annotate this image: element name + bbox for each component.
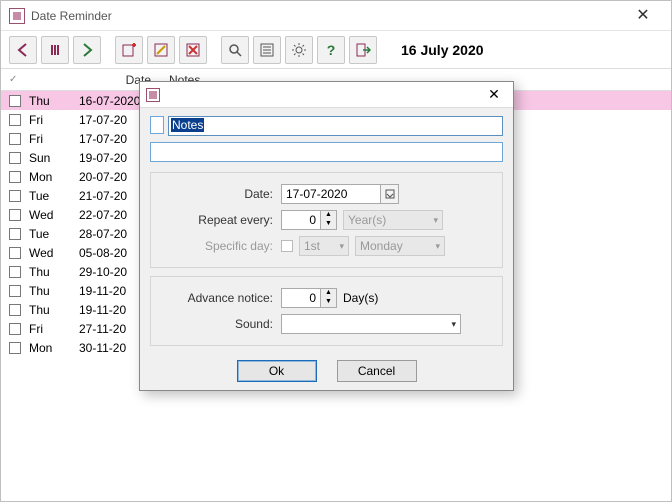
titlebar: Date Reminder ✕: [1, 1, 671, 31]
list-button[interactable]: [253, 36, 281, 64]
specific-day-checkbox[interactable]: [281, 240, 293, 252]
date-picker-button[interactable]: [381, 184, 399, 204]
advance-label: Advance notice:: [161, 291, 281, 305]
app-icon: [9, 8, 25, 24]
toolbar: ? 16 July 2020: [1, 31, 671, 69]
specific-day-label: Specific day:: [161, 239, 281, 253]
edit-entry-button[interactable]: [147, 36, 175, 64]
cancel-button[interactable]: Cancel: [337, 360, 417, 382]
help-button[interactable]: ?: [317, 36, 345, 64]
row-checkbox[interactable]: [9, 285, 21, 297]
row-day: Fri: [29, 322, 79, 336]
column-check[interactable]: ✓: [9, 74, 29, 85]
row-day: Thu: [29, 265, 79, 279]
row-checkbox[interactable]: [9, 304, 21, 316]
row-checkbox[interactable]: [9, 266, 21, 278]
specific-ordinal-select: 1st▾: [299, 236, 349, 256]
main-window: Date Reminder ✕ ? 16 July 2020 ✓ Date No…: [0, 0, 672, 502]
row-checkbox[interactable]: [9, 114, 21, 126]
row-checkbox[interactable]: [9, 209, 21, 221]
ok-button[interactable]: Ok: [237, 360, 317, 382]
row-checkbox[interactable]: [9, 342, 21, 354]
nav-next-button[interactable]: [73, 36, 101, 64]
row-day: Tue: [29, 189, 79, 203]
row-checkbox[interactable]: [9, 323, 21, 335]
row-checkbox[interactable]: [9, 133, 21, 145]
settings-button[interactable]: [285, 36, 313, 64]
sound-select[interactable]: ▾: [281, 314, 461, 334]
row-day: Fri: [29, 132, 79, 146]
row-day: Mon: [29, 341, 79, 355]
dialog-close-button[interactable]: ✕: [481, 86, 507, 103]
advance-spinner[interactable]: 0 ▲▼: [281, 288, 337, 308]
row-day: Wed: [29, 246, 79, 260]
current-date-label: 16 July 2020: [401, 42, 484, 58]
repeat-unit-select: Year(s)▾: [343, 210, 443, 230]
row-day: Thu: [29, 284, 79, 298]
exit-button[interactable]: [349, 36, 377, 64]
date-field[interactable]: 17-07-2020: [281, 184, 381, 204]
date-label: Date:: [161, 187, 281, 201]
dialog-titlebar: ✕: [140, 82, 513, 108]
row-day: Mon: [29, 170, 79, 184]
specific-weekday-select: Monday▾: [355, 236, 445, 256]
new-entry-button[interactable]: [115, 36, 143, 64]
delete-entry-button[interactable]: [179, 36, 207, 64]
row-day: Thu: [29, 94, 79, 108]
row-checkbox[interactable]: [9, 247, 21, 259]
repeat-spinner[interactable]: 0 ▲▼: [281, 210, 337, 230]
notice-panel: Advance notice: 0 ▲▼ Day(s) Sound: ▾: [150, 276, 503, 346]
window-title: Date Reminder: [31, 9, 623, 23]
date-panel: Date: 17-07-2020 Repeat every: 0 ▲▼ Year…: [150, 172, 503, 268]
row-checkbox[interactable]: [9, 228, 21, 240]
nav-prev-button[interactable]: [9, 36, 37, 64]
nav-today-button[interactable]: [41, 36, 69, 64]
notes-input[interactable]: Notes: [168, 116, 503, 136]
row-checkbox[interactable]: [9, 95, 21, 107]
repeat-label: Repeat every:: [161, 213, 281, 227]
days-suffix: Day(s): [343, 291, 378, 305]
row-checkbox[interactable]: [9, 190, 21, 202]
window-close-button[interactable]: ✕: [623, 4, 663, 28]
row-day: Sun: [29, 151, 79, 165]
row-checkbox[interactable]: [9, 171, 21, 183]
row-day: Fri: [29, 113, 79, 127]
edit-dialog: ✕ Notes Date: 17-07-2020 Repeat every: 0: [139, 81, 514, 391]
row-day: Wed: [29, 208, 79, 222]
sound-label: Sound:: [161, 317, 281, 331]
dialog-icon: [146, 88, 160, 102]
search-button[interactable]: [221, 36, 249, 64]
description-input[interactable]: [150, 142, 503, 162]
row-day: Thu: [29, 303, 79, 317]
notes-checkbox[interactable]: [150, 116, 164, 134]
row-checkbox[interactable]: [9, 152, 21, 164]
row-day: Tue: [29, 227, 79, 241]
